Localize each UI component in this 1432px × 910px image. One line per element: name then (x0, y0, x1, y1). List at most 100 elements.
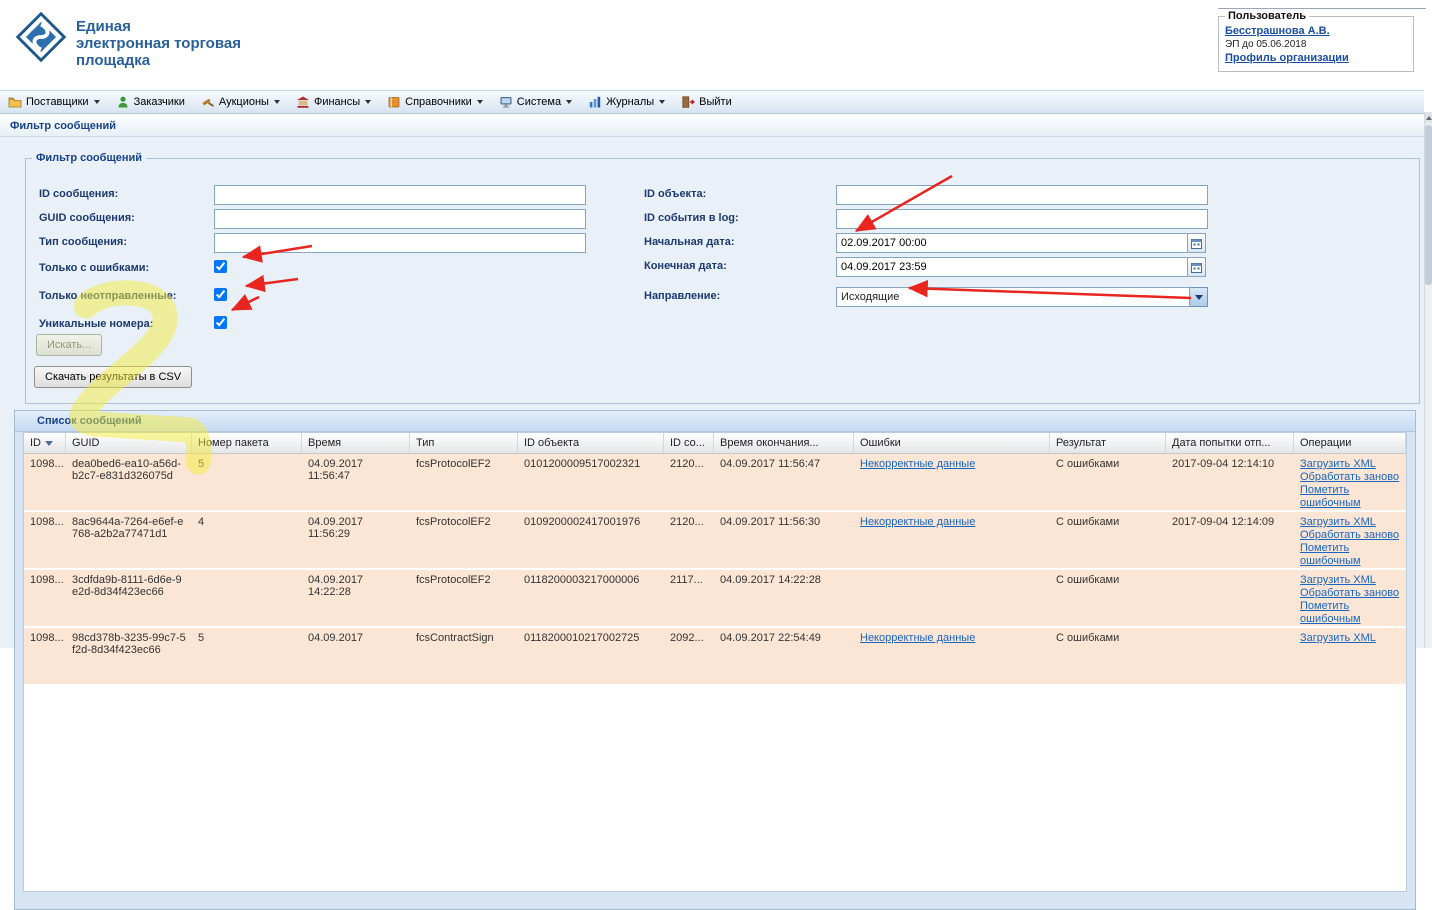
vertical-scrollbar[interactable] (1424, 112, 1432, 648)
cell-guid: 8ac9644a-7264-e6ef-e768-a2b2a77471d1 (72, 516, 184, 540)
table-row[interactable]: 1098... 3cdfda9b-8111-6d6e-9e2d-8d34f423… (24, 570, 1406, 628)
filter-legend: Фильтр сообщений (36, 152, 143, 164)
reprocess-link[interactable]: Обработать заново (1300, 587, 1400, 600)
column-header-guid[interactable]: GUID (66, 433, 192, 453)
brand-line-3: площадка (76, 52, 151, 69)
cell-attempt-date (1166, 570, 1294, 626)
object-id-input[interactable] (836, 185, 1208, 205)
column-header-attempt-date[interactable]: Дата попытки отп... (1166, 433, 1294, 453)
column-header-result[interactable]: Результат (1050, 433, 1166, 453)
menu-directories[interactable]: Справочники (387, 95, 483, 109)
book-icon (388, 97, 400, 108)
chevron-down-icon (476, 100, 483, 104)
column-header-time[interactable]: Время (302, 433, 410, 453)
reprocess-link[interactable]: Обработать заново (1300, 529, 1400, 542)
cell-object-id: 0109200002417001976 (524, 516, 641, 528)
cell-type: fcsProtocolEF2 (416, 458, 491, 470)
menu-finance[interactable]: Финансы (296, 95, 372, 109)
calendar-icon (1191, 262, 1202, 273)
mark-erroneous-link[interactable]: Пометить ошибочным (1300, 542, 1400, 568)
cell-guid: 3cdfda9b-8111-6d6e-9e2d-8d34f423ec66 (72, 574, 182, 598)
cell-packet: 4 (198, 516, 205, 528)
cell-result: С ошибками (1056, 458, 1120, 470)
direction-dropdown-button[interactable] (1190, 287, 1208, 307)
menu-finance-label: Финансы (313, 96, 361, 108)
log-event-id-input[interactable] (836, 209, 1208, 229)
errors-only-checkbox[interactable] (214, 260, 227, 273)
load-xml-link[interactable]: Загрузить XML (1300, 516, 1400, 529)
unique-numbers-checkbox[interactable] (214, 316, 227, 329)
cell-id: 1098... (30, 574, 64, 586)
start-date-input[interactable] (836, 233, 1188, 253)
menu-system[interactable]: Система (499, 95, 573, 109)
cell-event-id: 2120... (670, 458, 704, 470)
scrollbar-thumb[interactable] (1425, 125, 1432, 285)
table-row[interactable]: 1098... dea0bed6-ea10-a56d-b2c7-e831d326… (24, 454, 1406, 512)
cell-packet: 5 (198, 458, 205, 470)
customers-icon (118, 96, 128, 108)
mark-erroneous-link[interactable]: Пометить ошибочным (1300, 484, 1400, 510)
cell-attempt-date: 2017-09-04 12:14:09 (1172, 516, 1275, 528)
message-type-input[interactable] (214, 233, 586, 253)
menu-suppliers[interactable]: Поставщики (8, 95, 100, 109)
cell-result: С ошибками (1056, 632, 1120, 644)
menu-exit[interactable]: Выйти (681, 95, 732, 109)
table-row[interactable]: 1098... 8ac9644a-7264-e6ef-e768-a2b2a774… (24, 512, 1406, 570)
end-date-calendar-button[interactable] (1188, 257, 1206, 277)
column-header-event-id[interactable]: ID со... (664, 433, 714, 453)
message-guid-input[interactable] (214, 209, 586, 229)
results-title: Список сообщений (37, 415, 142, 427)
cell-operations: Загрузить XML Обработать заново Пометить… (1294, 512, 1406, 568)
error-details-link[interactable]: Некорректные данные (860, 516, 975, 528)
load-xml-link[interactable]: Загрузить XML (1300, 632, 1400, 645)
cell-type: fcsContractSign (416, 632, 494, 644)
cell-result: С ошибками (1056, 516, 1120, 528)
reprocess-link[interactable]: Обработать заново (1300, 471, 1400, 484)
cell-object-id: 0101200009517002321 (524, 458, 641, 470)
end-date-input[interactable] (836, 257, 1188, 277)
user-name-link[interactable]: Бесстрашнова А.В. (1225, 24, 1407, 38)
scroll-up-arrow-icon[interactable] (1425, 112, 1432, 123)
cell-id: 1098... (30, 516, 64, 528)
mark-erroneous-link[interactable]: Пометить ошибочным (1300, 600, 1400, 626)
error-details-link[interactable]: Некорректные данные (860, 632, 975, 644)
chevron-down-icon (566, 100, 573, 104)
cell-event-id: 2120... (670, 516, 704, 528)
column-header-packet[interactable]: Номер пакета (192, 433, 302, 453)
user-panel: Пользователь Бесстрашнова А.В. ЭП до 05.… (1218, 10, 1414, 72)
cell-time: 04.09.2017 11:56:29 (308, 516, 364, 540)
column-header-id[interactable]: ID (24, 433, 66, 453)
column-header-end-time[interactable]: Время окончания... (714, 433, 854, 453)
column-header-operations[interactable]: Операции (1294, 433, 1406, 453)
org-profile-link[interactable]: Профиль организации (1225, 51, 1407, 65)
cell-time: 04.09.2017 (308, 632, 364, 644)
load-xml-link[interactable]: Загрузить XML (1300, 458, 1400, 471)
column-header-type[interactable]: Тип (410, 433, 518, 453)
unsent-only-label: Только неотправленные: (39, 290, 177, 302)
message-id-label: ID сообщения: (39, 188, 119, 200)
hammer-icon (202, 98, 214, 107)
menu-auctions-label: Аукционы (218, 96, 269, 108)
unsent-only-checkbox[interactable] (214, 288, 227, 301)
menu-directories-label: Справочники (405, 96, 472, 108)
direction-select[interactable]: Исходящие (836, 287, 1190, 307)
menu-journals[interactable]: Журналы (588, 95, 666, 109)
column-header-object-id[interactable]: ID объекта (518, 433, 664, 453)
cell-time: 04.09.2017 11:56:47 (308, 458, 364, 482)
app-header: Единая электронная торговая площадка Пол… (0, 0, 1426, 90)
download-csv-button[interactable]: Скачать результаты в CSV (34, 366, 193, 388)
message-id-input[interactable] (214, 185, 586, 205)
menu-auctions[interactable]: Аукционы (201, 95, 280, 109)
cell-packet: 5 (198, 632, 205, 644)
load-xml-link[interactable]: Загрузить XML (1300, 574, 1400, 587)
chevron-down-icon (93, 100, 100, 104)
table-row[interactable]: 1098... 98cd378b-3235-99c7-5f2d-8d34f423… (24, 628, 1406, 686)
content-area: Фильтр сообщений ID сообщения: GUID сооб… (0, 137, 1424, 910)
chevron-down-icon (659, 100, 666, 104)
column-header-errors[interactable]: Ошибки (854, 433, 1050, 453)
menu-customers[interactable]: Заказчики (116, 95, 185, 109)
error-details-link[interactable]: Некорректные данные (860, 458, 975, 470)
top-right-divider (1218, 8, 1426, 9)
search-button[interactable]: Искать... (36, 334, 103, 356)
start-date-calendar-button[interactable] (1188, 233, 1206, 253)
